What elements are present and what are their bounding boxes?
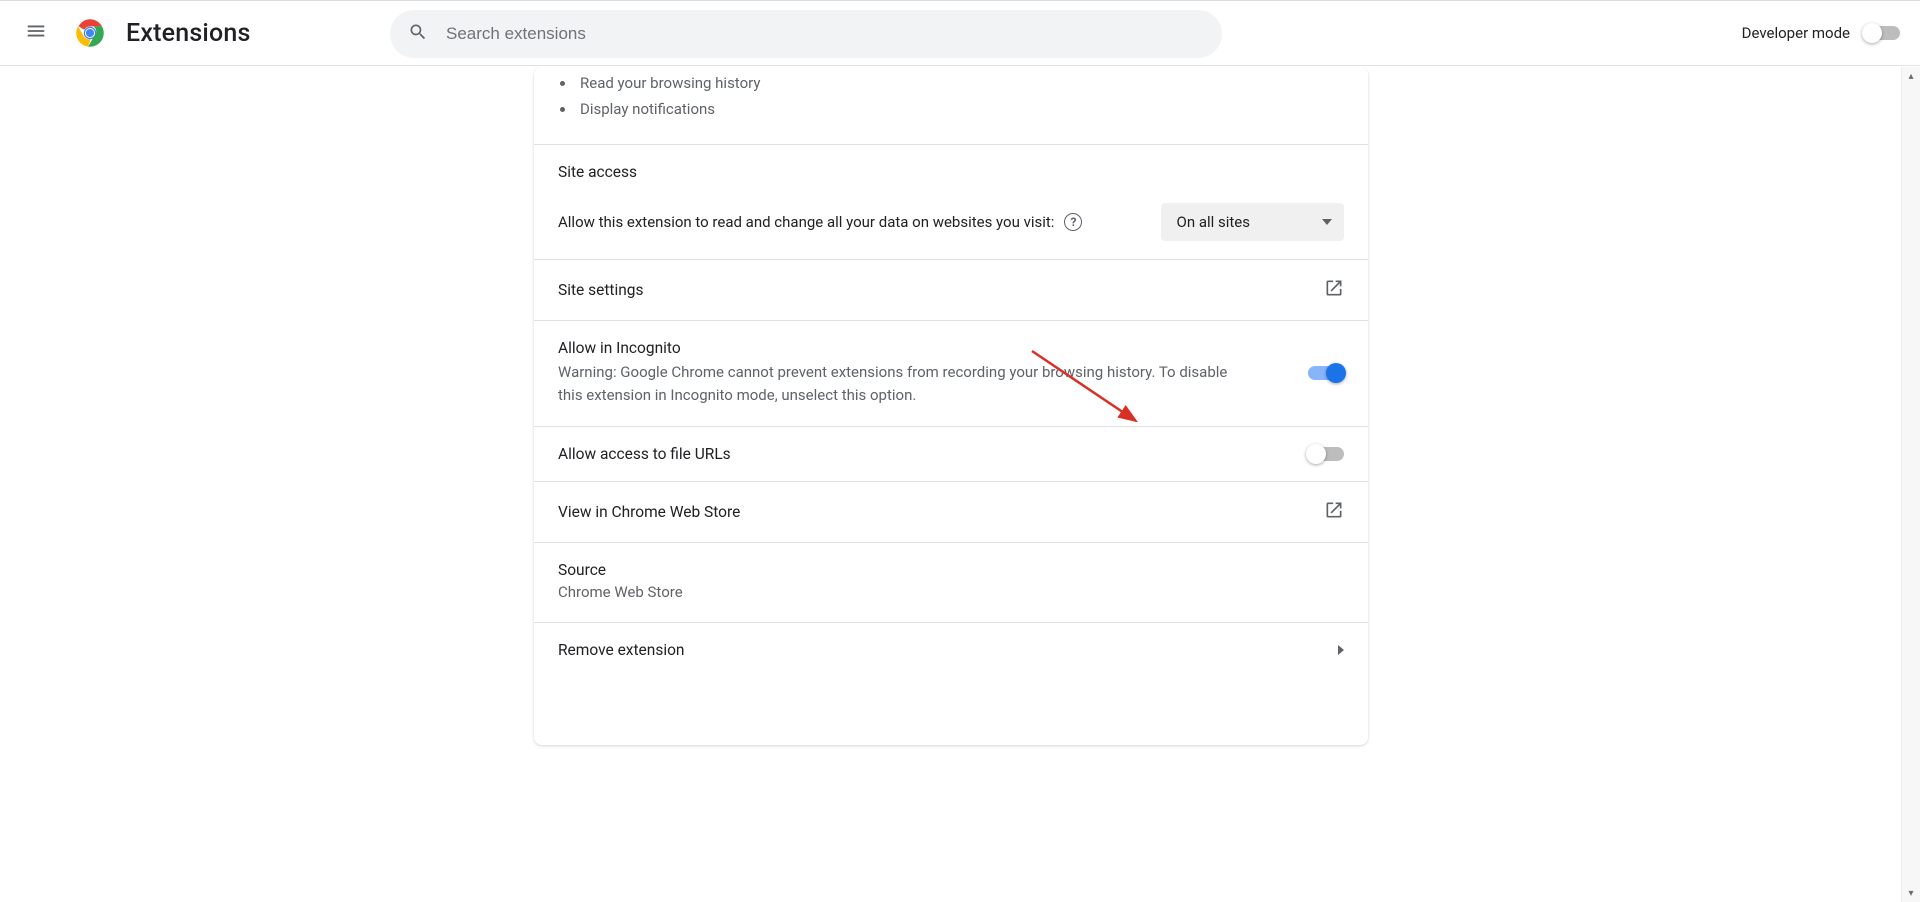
remove-extension-row[interactable]: Remove extension xyxy=(534,622,1368,677)
permission-item: Display notifications xyxy=(576,97,1344,123)
view-in-store-row[interactable]: View in Chrome Web Store xyxy=(534,481,1368,542)
site-access-section: Site access Allow this extension to read… xyxy=(534,144,1368,259)
developer-mode-row: Developer mode xyxy=(1742,0,1900,66)
page-title: Extensions xyxy=(126,19,251,48)
source-title: Source xyxy=(558,561,1344,579)
site-access-prompt: Allow this extension to read and change … xyxy=(558,213,1054,231)
allow-incognito-title: Allow in Incognito xyxy=(558,339,1238,357)
search-bar[interactable] xyxy=(390,10,1222,58)
remove-extension-label: Remove extension xyxy=(558,641,685,659)
allow-file-urls-toggle[interactable] xyxy=(1308,447,1344,461)
source-row: Source Chrome Web Store xyxy=(534,542,1368,622)
help-icon[interactable]: ? xyxy=(1064,213,1082,231)
developer-mode-toggle[interactable] xyxy=(1864,26,1900,40)
search-icon xyxy=(408,22,428,46)
site-access-select[interactable]: On all sites xyxy=(1161,203,1345,241)
allow-incognito-toggle[interactable] xyxy=(1308,366,1344,380)
chrome-logo-icon xyxy=(74,17,106,49)
vertical-scrollbar[interactable]: ▴ ▾ xyxy=(1901,67,1920,902)
open-in-new-icon xyxy=(1324,500,1344,524)
content-scroll-area: Read your browsing history Display notif… xyxy=(0,67,1902,902)
allow-file-urls-title: Allow access to file URLs xyxy=(558,445,731,463)
site-settings-label: Site settings xyxy=(558,281,644,299)
site-settings-row[interactable]: Site settings xyxy=(534,259,1368,320)
site-access-title: Site access xyxy=(558,163,1344,181)
view-in-store-label: View in Chrome Web Store xyxy=(558,503,740,521)
site-access-selected: On all sites xyxy=(1177,213,1251,231)
main-menu-button[interactable] xyxy=(16,13,56,53)
scrollbar-up-arrow[interactable]: ▴ xyxy=(1902,67,1920,85)
site-access-prompt-row: Allow this extension to read and change … xyxy=(558,213,1082,231)
permission-item: Read your browsing history xyxy=(576,71,1344,97)
allow-incognito-row: Allow in Incognito Warning: Google Chrom… xyxy=(534,320,1368,426)
developer-mode-label: Developer mode xyxy=(1742,24,1850,42)
chevron-down-icon xyxy=(1322,219,1332,225)
chevron-right-icon xyxy=(1338,645,1344,655)
search-input[interactable] xyxy=(444,23,1204,45)
hamburger-icon xyxy=(25,20,47,46)
extension-details-card: Read your browsing history Display notif… xyxy=(534,67,1368,745)
app-bar: Extensions Developer mode xyxy=(0,0,1920,66)
open-in-new-icon xyxy=(1324,278,1344,302)
source-value: Chrome Web Store xyxy=(558,581,1344,604)
allow-file-urls-row: Allow access to file URLs xyxy=(534,426,1368,481)
scrollbar-down-arrow[interactable]: ▾ xyxy=(1902,884,1920,902)
permissions-section: Read your browsing history Display notif… xyxy=(534,67,1368,144)
permissions-list: Read your browsing history Display notif… xyxy=(576,71,1344,122)
allow-incognito-warning: Warning: Google Chrome cannot prevent ex… xyxy=(558,361,1238,408)
